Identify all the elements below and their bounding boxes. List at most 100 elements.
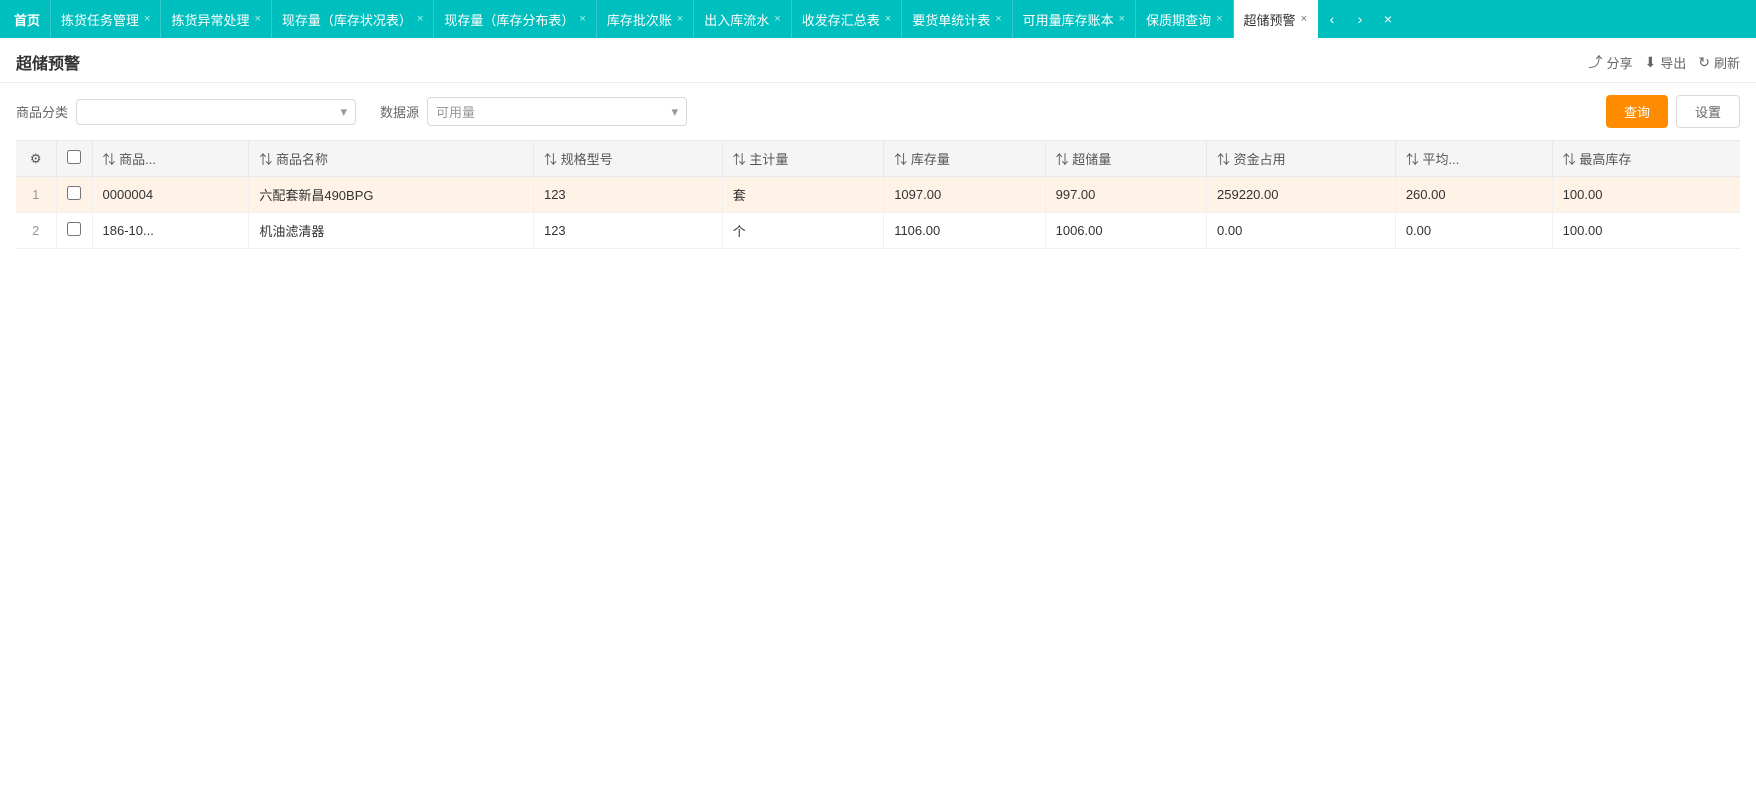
nav-tab-quality[interactable]: 保质期查询 × — [1136, 0, 1233, 38]
settings-col-header[interactable]: ⚙ — [16, 141, 56, 177]
filter-area: 商品分类 ▾ 数据源 可用量 ▾ 查询 设置 — [0, 83, 1756, 140]
datasource-label: 数据源 — [380, 102, 419, 121]
nav-tab-stock-status[interactable]: 现存量（库存状况表） × — [272, 0, 434, 38]
close-stock-status-tab[interactable]: × — [417, 13, 423, 25]
share-icon: ⤴ — [1588, 52, 1602, 72]
row-2-product-code: 186-10... — [92, 213, 249, 249]
row-2-max-stock: 100.00 — [1552, 213, 1740, 249]
table-row: 1 0000004 六配套新昌490BPG 123 套 1097.00 997.… — [16, 177, 1740, 213]
sort-icon-stock[interactable]: ⇅ — [894, 152, 907, 167]
export-icon: ⬇ — [1645, 54, 1657, 71]
nav-arrow-left[interactable]: ‹ — [1318, 0, 1346, 38]
row-2-overstock: 1006.00 — [1045, 213, 1206, 249]
close-batch-tab[interactable]: × — [677, 13, 683, 25]
nav-tab-task[interactable]: 拣货任务管理 × — [51, 0, 161, 38]
nav-tab-collect[interactable]: 收发存汇总表 × — [792, 0, 902, 38]
table-header-row: ⚙ ⇅ 商品... ⇅ 商品名称 ⇅ 规格型号 — [16, 141, 1740, 177]
row-2-product-name: 机油滤清器 — [249, 213, 534, 249]
sort-icon-max[interactable]: ⇅ — [1563, 152, 1576, 167]
row-2-checkbox[interactable] — [67, 222, 81, 236]
close-available-tab[interactable]: × — [1119, 13, 1125, 25]
unit-col-header: ⇅ 主计量 — [722, 141, 883, 177]
query-button[interactable]: 查询 — [1606, 95, 1668, 128]
header-actions: ⤴ 分享 ⬇ 导出 ↻ 刷新 — [1588, 52, 1740, 72]
capital-col-header: ⇅ 资金占用 — [1207, 141, 1396, 177]
row-1-capital: 259220.00 — [1207, 177, 1396, 213]
settings-button[interactable]: 设置 — [1676, 95, 1740, 128]
row-1-overstock: 997.00 — [1045, 177, 1206, 213]
sort-icon-avg[interactable]: ⇅ — [1406, 152, 1419, 167]
row-2-unit: 个 — [722, 213, 883, 249]
filter-buttons: 查询 设置 — [1606, 95, 1740, 128]
checkbox-col-header — [56, 141, 92, 177]
page-content: 超储预警 ⤴ 分享 ⬇ 导出 ↻ 刷新 商品分类 ▾ 数据源 — [0, 38, 1756, 800]
row-1-max-stock: 100.00 — [1552, 177, 1740, 213]
page-header: 超储预警 ⤴ 分享 ⬇ 导出 ↻ 刷新 — [0, 38, 1756, 83]
category-select[interactable]: ▾ — [76, 99, 356, 125]
page-title: 超储预警 — [16, 50, 80, 74]
max-stock-col-header: ⇅ 最高库存 — [1552, 141, 1740, 177]
row-2-stock: 1106.00 — [884, 213, 1045, 249]
sort-icon-spec[interactable]: ⇅ — [544, 152, 557, 167]
category-filter: 商品分类 ▾ — [16, 99, 356, 125]
category-chevron-icon: ▾ — [340, 104, 347, 120]
row-1-avg: 260.00 — [1395, 177, 1552, 213]
data-table: ⚙ ⇅ 商品... ⇅ 商品名称 ⇅ 规格型号 — [16, 140, 1740, 249]
top-nav: 首页 拣货任务管理 × 拣货异常处理 × 现存量（库存状况表） × 现存量（库存… — [0, 0, 1756, 38]
close-stock-dist-tab[interactable]: × — [579, 13, 585, 25]
datasource-select-value: 可用量 — [436, 102, 475, 121]
close-task-tab[interactable]: × — [144, 13, 150, 25]
product-name-col-header: ⇅ 商品名称 — [249, 141, 534, 177]
row-1-stock: 1097.00 — [884, 177, 1045, 213]
table-row: 2 186-10... 机油滤清器 123 个 1106.00 1006.00 … — [16, 213, 1740, 249]
nav-tab-available[interactable]: 可用量库存账本 × — [1013, 0, 1136, 38]
row-2-checkbox-cell — [56, 213, 92, 249]
gear-icon[interactable]: ⚙ — [30, 151, 42, 166]
nav-tab-home[interactable]: 首页 — [4, 0, 51, 38]
sort-icon-unit[interactable]: ⇅ — [733, 152, 746, 167]
product-code-col-header: ⇅ 商品... — [92, 141, 249, 177]
close-overstock-tab[interactable]: × — [1301, 13, 1307, 25]
nav-tab-batch[interactable]: 库存批次账 × — [597, 0, 694, 38]
table-container: ⚙ ⇅ 商品... ⇅ 商品名称 ⇅ 规格型号 — [0, 140, 1756, 249]
avg-col-header: ⇅ 平均... — [1395, 141, 1552, 177]
nav-arrow-expand[interactable]: × — [1374, 0, 1402, 38]
row-1-checkbox-cell — [56, 177, 92, 213]
select-all-checkbox[interactable] — [67, 150, 81, 164]
share-button[interactable]: ⤴ 分享 — [1588, 52, 1632, 72]
nav-tab-stock-dist[interactable]: 现存量（库存分布表） × — [434, 0, 596, 38]
close-inout-tab[interactable]: × — [774, 13, 780, 25]
spec-col-header: ⇅ 规格型号 — [533, 141, 722, 177]
export-button[interactable]: ⬇ 导出 — [1645, 53, 1687, 72]
row-num-2: 2 — [16, 213, 56, 249]
category-label: 商品分类 — [16, 102, 68, 121]
refresh-icon: ↻ — [1698, 54, 1710, 71]
row-1-unit: 套 — [722, 177, 883, 213]
close-collect-tab[interactable]: × — [885, 13, 891, 25]
nav-tab-order-stat[interactable]: 要货单统计表 × — [902, 0, 1012, 38]
row-2-spec: 123 — [533, 213, 722, 249]
row-1-checkbox[interactable] — [67, 186, 81, 200]
stock-col-header: ⇅ 库存量 — [884, 141, 1045, 177]
sort-icon-code[interactable]: ⇅ — [103, 152, 116, 167]
close-quality-tab[interactable]: × — [1216, 13, 1222, 25]
nav-tab-overstock[interactable]: 超储预警 × — [1234, 0, 1318, 38]
row-1-product-code: 0000004 — [92, 177, 249, 213]
sort-icon-overstock[interactable]: ⇅ — [1056, 152, 1069, 167]
nav-arrow-right[interactable]: › — [1346, 0, 1374, 38]
nav-tab-inout[interactable]: 出入库流水 × — [694, 0, 791, 38]
sort-icon-name[interactable]: ⇅ — [259, 152, 272, 167]
datasource-select[interactable]: 可用量 ▾ — [427, 97, 687, 126]
overstock-col-header: ⇅ 超储量 — [1045, 141, 1206, 177]
sort-icon-capital[interactable]: ⇅ — [1217, 152, 1230, 167]
row-2-avg: 0.00 — [1395, 213, 1552, 249]
refresh-button[interactable]: ↻ 刷新 — [1698, 53, 1740, 72]
row-1-product-name: 六配套新昌490BPG — [249, 177, 534, 213]
close-exception-tab[interactable]: × — [254, 13, 260, 25]
row-1-spec: 123 — [533, 177, 722, 213]
datasource-filter: 数据源 可用量 ▾ — [380, 97, 687, 126]
row-2-capital: 0.00 — [1207, 213, 1396, 249]
datasource-chevron-icon: ▾ — [672, 104, 679, 120]
nav-tab-exception[interactable]: 拣货异常处理 × — [161, 0, 271, 38]
close-order-stat-tab[interactable]: × — [995, 13, 1001, 25]
